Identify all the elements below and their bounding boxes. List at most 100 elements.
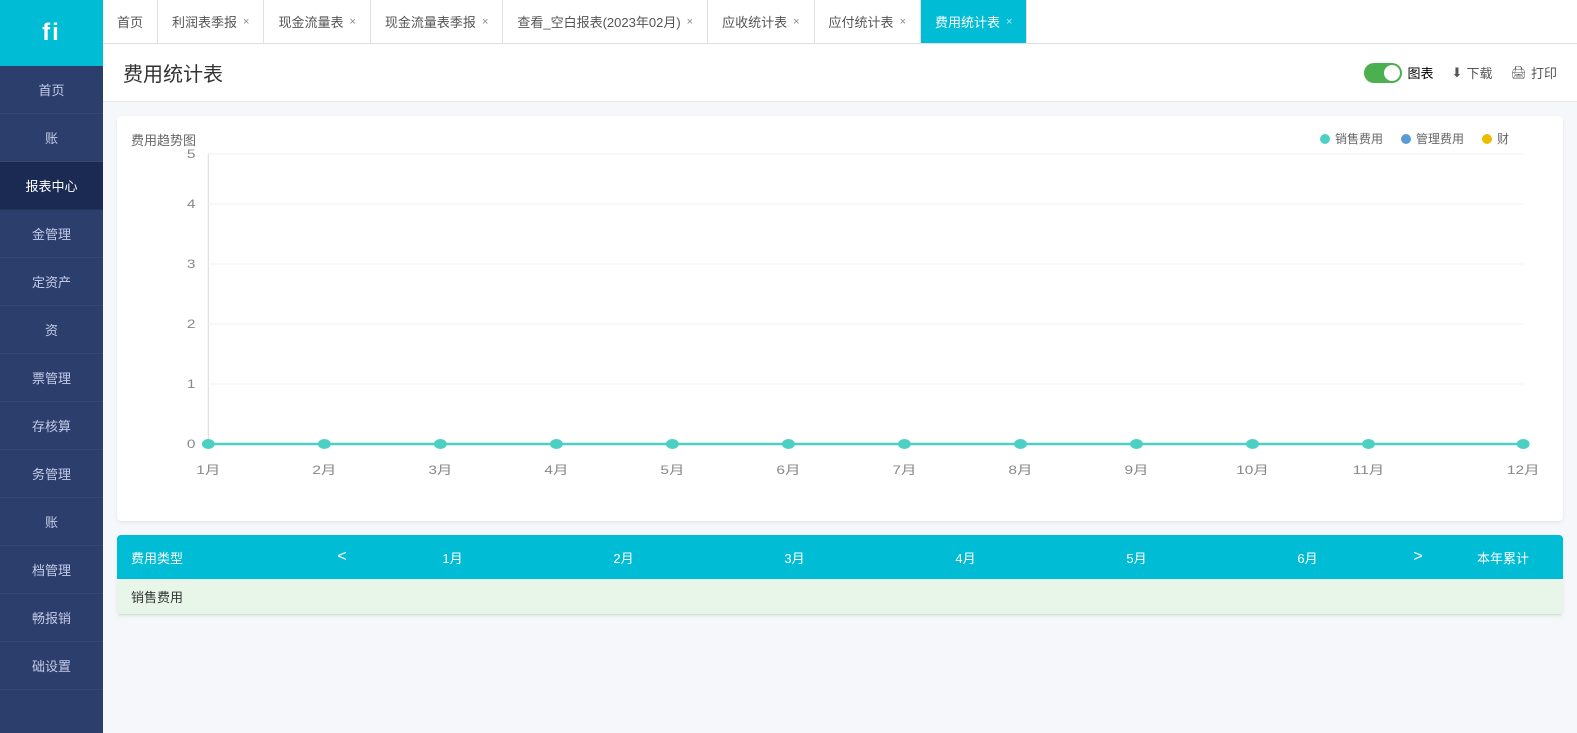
chart-svg: 0 1 2 3 4 5 <box>131 134 1549 504</box>
chart-point-5 <box>666 439 679 449</box>
sidebar-item-fund-manage[interactable]: 金管理 <box>0 210 103 258</box>
sidebar-item-resource[interactable]: 资 <box>0 306 103 354</box>
tab-receivable[interactable]: 应收统计表 × <box>708 0 814 44</box>
print-label: 打印 <box>1531 63 1557 82</box>
chart-point-2 <box>318 439 331 449</box>
tab-close-blank-report[interactable]: × <box>687 16 693 28</box>
chart-point-10 <box>1246 439 1259 449</box>
sidebar-item-expense[interactable]: 畅报销 <box>0 594 103 642</box>
sidebar-logo: fi <box>0 0 103 66</box>
chart-point-1 <box>202 439 215 449</box>
sidebar-item-base-settings[interactable]: 础设置 <box>0 642 103 690</box>
download-label: 下载 <box>1466 63 1492 82</box>
td-m4 <box>880 579 1051 614</box>
chart-point-12 <box>1517 439 1530 449</box>
print-icon: 🖨 <box>1510 65 1527 81</box>
nav-next-icon[interactable]: > <box>1413 548 1422 566</box>
svg-text:0: 0 <box>187 437 196 451</box>
sidebar: fi 首页 账 报表中心 金管理 定资产 资 票管理 存核算 务管理 账 档管理… <box>0 0 103 733</box>
chart-point-6 <box>782 439 795 449</box>
th-month1: 1月 <box>367 535 538 579</box>
td-m2 <box>538 579 709 614</box>
table-section: 费用类型 < 1月 2月 3月 4月 5月 6月 > 本年累计 销售费用 <box>117 535 1563 615</box>
sidebar-item-home[interactable]: 首页 <box>0 66 103 114</box>
td-m5 <box>1051 579 1222 614</box>
tab-close-expense-stats[interactable]: × <box>1006 16 1012 28</box>
svg-text:3: 3 <box>187 257 196 271</box>
tab-close-payable[interactable]: × <box>900 16 906 28</box>
svg-text:8月: 8月 <box>1008 463 1032 477</box>
sidebar-item-business-manage[interactable]: 务管理 <box>0 450 103 498</box>
th-month3: 3月 <box>709 535 880 579</box>
svg-text:2月: 2月 <box>312 463 336 477</box>
svg-text:7月: 7月 <box>892 463 916 477</box>
svg-text:1月: 1月 <box>196 463 220 477</box>
th-year-total: 本年累计 <box>1443 535 1563 579</box>
print-button[interactable]: 🖨 打印 <box>1510 63 1557 82</box>
header-actions: 图表 ⬇ 下载 🖨 打印 <box>1364 63 1557 83</box>
svg-text:5月: 5月 <box>660 463 684 477</box>
chart-svg-wrap: 0 1 2 3 4 5 <box>131 134 1549 507</box>
chart-toggle[interactable] <box>1364 63 1402 83</box>
table-row: 销售费用 <box>117 579 1563 615</box>
svg-text:9月: 9月 <box>1124 463 1148 477</box>
tab-close-cashflow[interactable]: × <box>349 16 355 28</box>
chart-toggle-label: 图表 <box>1408 63 1434 82</box>
sidebar-item-ledger[interactable]: 账 <box>0 498 103 546</box>
th-month4: 4月 <box>880 535 1051 579</box>
tab-cashflow[interactable]: 现金流量表 × <box>264 0 370 44</box>
chart-section: 费用趋势图 销售费用 管理费用 财 <box>117 116 1563 521</box>
th-nav-next[interactable]: > <box>1393 535 1443 579</box>
svg-text:4月: 4月 <box>544 463 568 477</box>
svg-text:12月: 12月 <box>1507 463 1540 477</box>
svg-text:11月: 11月 <box>1353 463 1384 477</box>
tab-close-receivable[interactable]: × <box>793 16 799 28</box>
tab-profit-report[interactable]: 利润表季报 × <box>158 0 264 44</box>
tab-blank-report[interactable]: 查看_空白报表(2023年02月) × <box>503 0 708 44</box>
download-button[interactable]: ⬇ 下载 <box>1452 63 1493 82</box>
td-m6 <box>1222 579 1393 614</box>
chart-point-7 <box>898 439 911 449</box>
td-m1 <box>367 579 538 614</box>
page-header: 费用统计表 图表 ⬇ 下载 🖨 打印 <box>103 44 1577 102</box>
download-icon: ⬇ <box>1452 65 1463 81</box>
sidebar-item-inventory[interactable]: 存核算 <box>0 402 103 450</box>
sidebar-item-ticket-manage[interactable]: 票管理 <box>0 354 103 402</box>
svg-text:6月: 6月 <box>776 463 800 477</box>
th-type: 费用类型 <box>117 535 317 579</box>
chart-point-8 <box>1014 439 1027 449</box>
page-title: 费用统计表 <box>123 58 223 87</box>
svg-text:3月: 3月 <box>428 463 452 477</box>
th-nav-prev[interactable]: < <box>317 535 367 579</box>
svg-text:4: 4 <box>187 197 196 211</box>
chart-point-4 <box>550 439 563 449</box>
sidebar-item-report-center[interactable]: 报表中心 <box>0 162 103 210</box>
svg-text:2: 2 <box>187 317 196 331</box>
tab-bar: 首页 利润表季报 × 现金流量表 × 现金流量表季报 × 查看_空白报表(202… <box>103 0 1577 44</box>
td-nav-space <box>317 579 367 614</box>
chart-wrapper: 费用趋势图 销售费用 管理费用 财 <box>131 130 1549 507</box>
td-nav-space2 <box>1393 579 1443 614</box>
sidebar-item-account[interactable]: 账 <box>0 114 103 162</box>
td-year-total <box>1443 579 1563 614</box>
sidebar-item-file-manage[interactable]: 档管理 <box>0 546 103 594</box>
nav-prev-icon[interactable]: < <box>337 548 346 566</box>
chart-point-11 <box>1362 439 1375 449</box>
th-month5: 5月 <box>1051 535 1222 579</box>
table-header-row: 费用类型 < 1月 2月 3月 4月 5月 6月 > 本年累计 <box>117 535 1563 579</box>
th-month2: 2月 <box>538 535 709 579</box>
page-content: 费用统计表 图表 ⬇ 下载 🖨 打印 费用趋势图 <box>103 44 1577 733</box>
svg-text:10月: 10月 <box>1236 463 1269 477</box>
tab-close-profit[interactable]: × <box>243 16 249 28</box>
tab-payable[interactable]: 应付统计表 × <box>815 0 921 44</box>
th-month6: 6月 <box>1222 535 1393 579</box>
tab-expense-stats[interactable]: 费用统计表 × <box>921 0 1027 44</box>
sidebar-item-fixed-assets[interactable]: 定资产 <box>0 258 103 306</box>
tab-close-cashflow-quarter[interactable]: × <box>482 16 488 28</box>
tab-home[interactable]: 首页 <box>103 0 158 44</box>
main-area: 首页 利润表季报 × 现金流量表 × 现金流量表季报 × 查看_空白报表(202… <box>103 0 1577 733</box>
chart-toggle-wrap: 图表 <box>1364 63 1434 83</box>
tab-cashflow-quarter[interactable]: 现金流量表季报 × <box>371 0 503 44</box>
chart-point-9 <box>1130 439 1143 449</box>
td-m3 <box>709 579 880 614</box>
